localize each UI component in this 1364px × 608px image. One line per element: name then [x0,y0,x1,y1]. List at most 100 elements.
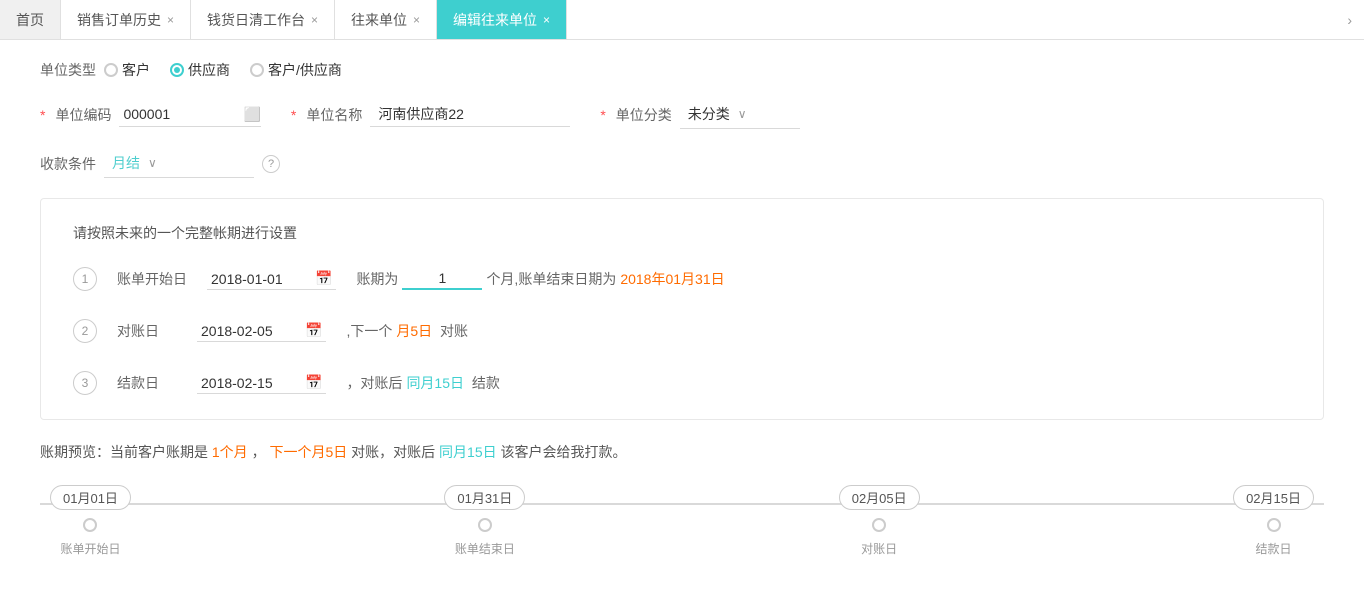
tab-partner[interactable]: 往来单位 × [335,0,437,39]
unit-category-select[interactable]: 未分类 ∨ [680,100,800,129]
radio-customer-circle [104,63,118,77]
step-2-label: 对账日 [117,321,177,341]
radio-both-label: 客户/供应商 [268,60,342,80]
preview-text: 账期预览：当前客户账期是 1个月 ， 下一个月5日 对账，对账后 同月15日 该… [40,440,1324,465]
timeline-badge-2: 02月05日 [839,485,920,510]
unit-type-row: 单位类型 客户 供应商 客户/供应商 [40,60,1324,80]
chevron-down-icon: ∨ [738,107,747,121]
step-row-3: 3 结款日 📅 ，对账后 同月15日 结款 [73,371,1291,395]
step-3-desc: ，对账后 同月15日 结款 [346,373,499,393]
unit-code-required: * [40,107,45,123]
tab-edit-partner-close[interactable]: × [543,13,550,27]
tab-cashflow-close[interactable]: × [311,13,318,27]
tab-cashflow[interactable]: 钱货日清工作台 × [191,0,335,39]
radio-both[interactable]: 客户/供应商 [250,60,342,80]
step-3-highlight-day: 同月15日 [406,373,464,393]
section-title: 请按照未来的一个完整帐期进行设置 [73,223,1291,243]
step-3-date-wrapper: 📅 [197,372,326,394]
help-icon[interactable]: ? [262,155,280,173]
tab-sales-history[interactable]: 销售订单历史 × [61,0,191,39]
main-content: 单位类型 客户 供应商 客户/供应商 * 单位编码 [0,40,1364,608]
timeline-label-3: 结款日 [1256,540,1292,557]
timeline-badge-1: 01月31日 [444,485,525,510]
timeline-label-1: 账单结束日 [455,540,515,557]
calendar-icon-3[interactable]: 📅 [305,374,322,391]
timeline-badge-3: 02月15日 [1233,485,1314,510]
timeline-container: 01月01日 账单开始日 01月31日 账单结束日 02月05日 对账日 02月… [40,485,1324,557]
step-1-number: 1 [73,267,97,291]
preview-prefix: 账期预览：当前客户账期是 [40,444,208,460]
step-1-desc-prefix: 账期为 [356,269,398,289]
timeline-item-1: 01月31日 账单结束日 [444,485,525,557]
payment-terms-row: 收款条件 月结 ∨ ? [40,149,1324,178]
step-2-desc-prefix: ,下一个 [346,321,392,341]
unit-code-label: 单位编码 [55,105,111,125]
unit-code-input-wrapper: ⬜ [119,102,260,127]
tab-cashflow-label: 钱货日清工作台 [207,10,305,30]
step-2-number: 2 [73,319,97,343]
tab-partner-close[interactable]: × [413,13,420,27]
preview-suffix: 该客户会给我打款。 [501,444,627,460]
tab-home[interactable]: 首页 [0,0,61,39]
unit-category-value: 未分类 [688,104,730,124]
period-input-wrapper [402,268,482,290]
calendar-icon-1[interactable]: 📅 [315,270,332,287]
tab-edit-partner[interactable]: 编辑往来单位 × [437,0,567,39]
unit-type-group: 单位类型 客户 供应商 客户/供应商 [40,60,342,80]
period-input[interactable] [402,268,482,290]
timeline-item-0: 01月01日 账单开始日 [50,485,131,557]
step-1-label: 账单开始日 [117,269,187,289]
payment-terms-group: 收款条件 月结 ∨ ? [40,149,280,178]
tab-home-label: 首页 [16,10,44,30]
step-row-2: 2 对账日 📅 ,下一个 月5日 对账 [73,319,1291,343]
step-3-number: 3 [73,371,97,395]
payment-terms-chevron: ∨ [148,156,157,170]
unit-category-label: 单位分类 [616,105,672,125]
payment-terms-select[interactable]: 月结 ∨ [104,149,254,178]
unit-info-row: * 单位编码 ⬜ * 单位名称 * 单位分类 未分类 ∨ [40,100,1324,129]
radio-customer[interactable]: 客户 [104,60,150,80]
timeline-items: 01月01日 账单开始日 01月31日 账单结束日 02月05日 对账日 02月… [60,485,1304,557]
step-2-highlight-day: 月5日 [396,321,432,341]
tab-sales-history-close[interactable]: × [167,13,174,27]
radio-both-circle [250,63,264,77]
unit-name-label: 单位名称 [306,105,362,125]
unit-code-group: * 单位编码 ⬜ [40,102,261,127]
timeline-dot-0 [83,518,97,532]
copy-icon[interactable]: ⬜ [243,106,260,123]
unit-type-label: 单位类型 [40,60,96,80]
radio-customer-label: 客户 [122,60,150,80]
step-2-desc-suffix: 对账 [436,321,468,341]
step-2-date-wrapper: 📅 [197,320,326,342]
timeline-label-0: 账单开始日 [60,540,120,557]
step-3-date-input[interactable] [201,375,301,391]
step-1-highlight-date: 2018年01月31日 [620,269,724,289]
timeline-label-2: 对账日 [861,540,897,557]
tab-sales-history-label: 销售订单历史 [77,10,161,30]
radio-supplier-label: 供应商 [188,60,230,80]
unit-category-required: * [600,107,605,123]
timeline-dot-3 [1267,518,1281,532]
payment-terms-label: 收款条件 [40,154,96,174]
step-1-date-input[interactable] [211,271,311,287]
step-row-1: 1 账单开始日 📅 账期为 个月,账单结束日期为 2018年01月31日 [73,267,1291,291]
preview-highlight2: 下一个月5日 [269,444,347,460]
tab-partner-label: 往来单位 [351,10,407,30]
preview-middle1: ， [252,444,266,460]
chevron-right-icon: › [1347,12,1352,28]
radio-supplier[interactable]: 供应商 [170,60,230,80]
timeline-item-3: 02月15日 结款日 [1233,485,1314,557]
timeline-badge-0: 01月01日 [50,485,131,510]
timeline-item-2: 02月05日 对账日 [839,485,920,557]
preview-highlight1: 1个月 [212,444,248,460]
unit-code-input[interactable] [119,102,239,126]
tab-more-button[interactable]: › [1335,0,1364,39]
step-1-date-wrapper: 📅 [207,268,336,290]
step-2-date-input[interactable] [201,323,301,339]
preview-highlight3: 同月15日 [439,444,497,460]
radio-supplier-circle [170,63,184,77]
timeline-dot-1 [478,518,492,532]
unit-name-input[interactable] [370,102,570,127]
calendar-icon-2[interactable]: 📅 [305,322,322,339]
tab-bar: 首页 销售订单历史 × 钱货日清工作台 × 往来单位 × 编辑往来单位 × › [0,0,1364,40]
